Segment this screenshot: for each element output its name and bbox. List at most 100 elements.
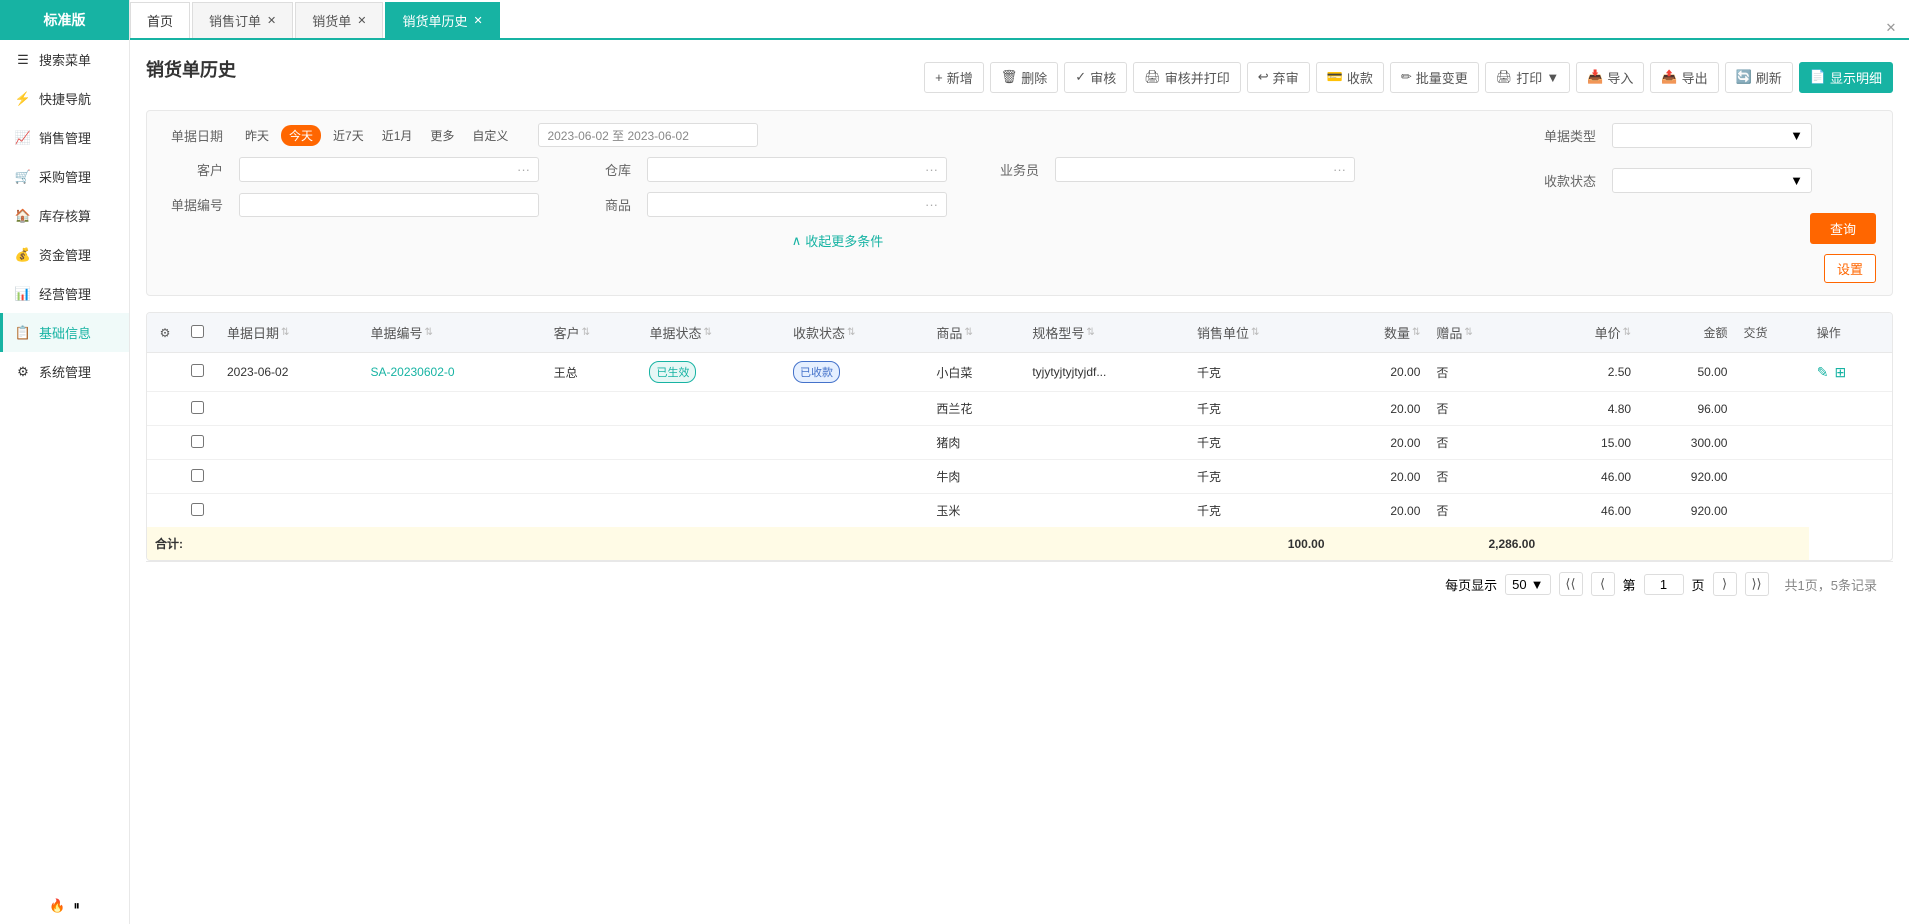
goods-input-field[interactable] — [656, 198, 925, 212]
goods-dots[interactable]: ··· — [925, 197, 938, 212]
docno-input[interactable] — [239, 193, 539, 217]
search-button[interactable]: 查询 — [1810, 213, 1876, 244]
col-customer[interactable]: 客户⇅ — [546, 313, 642, 353]
prev-page-btn[interactable]: ⟨ — [1591, 572, 1615, 596]
col-payment-status[interactable]: 收款状态⇅ — [785, 313, 928, 353]
export-button[interactable]: 📤 导出 — [1650, 62, 1718, 93]
date-7days-btn[interactable]: 近7天 — [327, 125, 370, 146]
payment-status-select[interactable]: ▼ — [1612, 168, 1812, 193]
warehouse-input-field[interactable] — [656, 163, 925, 177]
customer-input[interactable]: ··· — [239, 157, 539, 182]
row-select-checkbox[interactable] — [191, 401, 204, 414]
col-doc-status[interactable]: 单据状态⇅ — [641, 313, 784, 353]
add-button[interactable]: + 新增 — [924, 62, 984, 93]
sidebar-item-system-mgmt[interactable]: ⚙ 系统管理 — [0, 352, 129, 391]
docno-input-field[interactable] — [248, 198, 530, 212]
row-select-checkbox[interactable] — [191, 364, 204, 377]
sidebar-item-basic-info[interactable]: 📋 基础信息 — [0, 313, 129, 352]
date-today-btn[interactable]: 今天 — [281, 125, 321, 146]
fire-icon[interactable]: 🔥 — [49, 898, 65, 914]
staff-input[interactable]: ··· — [1055, 157, 1355, 182]
tab-sales-order-close[interactable]: ✕ — [267, 14, 276, 27]
row-select-checkbox[interactable] — [191, 503, 204, 516]
sidebar-item-sales-mgmt[interactable]: 📈 销售管理 — [0, 118, 129, 157]
date-yesterday-btn[interactable]: 昨天 — [239, 125, 275, 146]
pause-icon[interactable]: ⏸ — [73, 898, 80, 914]
col-spec[interactable]: 规格型号⇅ — [1024, 313, 1189, 353]
staff-input-field[interactable] — [1064, 163, 1333, 177]
tab-sales-goods-close[interactable]: ✕ — [357, 14, 366, 27]
tab-home[interactable]: 首页 — [130, 2, 190, 38]
abandon-button[interactable]: ↩ 弃审 — [1247, 62, 1310, 93]
print-icon: 🖨 — [1496, 69, 1513, 85]
select-all-checkbox[interactable] — [191, 325, 204, 338]
batch-change-button[interactable]: ✏ 批量变更 — [1390, 62, 1479, 93]
row-checkbox[interactable] — [183, 460, 219, 494]
copy-icon[interactable]: ⊞ — [1834, 364, 1846, 381]
audit-print-button[interactable]: 🖨 审核并打印 — [1133, 62, 1241, 93]
doctype-select[interactable]: ▼ — [1612, 123, 1812, 148]
col-settings[interactable]: ⚙ — [147, 313, 183, 353]
setting-button[interactable]: 设置 — [1824, 254, 1876, 283]
col-checkbox[interactable] — [183, 313, 219, 353]
date-range-input[interactable] — [538, 123, 758, 147]
tab-sales-history[interactable]: 销货单历史 ✕ — [385, 2, 499, 38]
show-detail-button[interactable]: 📄 显示明细 — [1799, 62, 1893, 93]
row-checkbox[interactable] — [183, 353, 219, 392]
goods-input[interactable]: ··· — [647, 192, 947, 217]
col-qty[interactable]: 数量⇅ — [1333, 313, 1429, 353]
date-more-btn[interactable]: 更多 — [424, 125, 460, 146]
page-number-input[interactable] — [1644, 574, 1684, 595]
tab-sales-goods[interactable]: 销货单 ✕ — [295, 2, 383, 38]
staff-dots[interactable]: ··· — [1333, 162, 1346, 177]
row-doc-no[interactable] — [362, 494, 545, 528]
col-gift[interactable]: 赠品⇅ — [1428, 313, 1543, 353]
row-select-checkbox[interactable] — [191, 435, 204, 448]
warehouse-input[interactable]: ··· — [647, 157, 947, 182]
row-doc-no[interactable] — [362, 392, 545, 426]
row-actions — [1809, 460, 1892, 494]
import-button[interactable]: 📥 导入 — [1576, 62, 1644, 93]
customer-dots[interactable]: ··· — [517, 162, 530, 177]
sidebar-item-finance[interactable]: 💰 资金管理 — [0, 235, 129, 274]
sidebar-item-purchase-mgmt[interactable]: 🛒 采购管理 — [0, 157, 129, 196]
receive-button[interactable]: 💳 收款 — [1316, 62, 1384, 93]
col-doc-date[interactable]: 单据日期⇅ — [219, 313, 362, 353]
date-custom-btn[interactable]: 自定义 — [466, 125, 514, 146]
row-checkbox[interactable] — [183, 426, 219, 460]
sidebar-item-quick-nav[interactable]: ⚡ 快捷导航 — [0, 79, 129, 118]
row-price: 2.50 — [1543, 353, 1639, 392]
customer-input-field[interactable] — [248, 163, 517, 177]
collapse-btn[interactable]: ∧ 收起更多条件 — [788, 227, 888, 254]
row-select-checkbox[interactable] — [191, 469, 204, 482]
warehouse-dots[interactable]: ··· — [925, 162, 938, 177]
sidebar-item-inventory[interactable]: 🏠 库存核算 — [0, 196, 129, 235]
tab-sales-history-close[interactable]: ✕ — [474, 14, 483, 27]
sidebar-item-operations[interactable]: 📊 经营管理 — [0, 274, 129, 313]
audit-button[interactable]: ✓ 审核 — [1064, 62, 1127, 93]
row-doc-no[interactable]: SA-20230602-0 — [362, 353, 545, 392]
delete-button[interactable]: 🗑 删除 — [990, 62, 1059, 93]
row-doc-no[interactable] — [362, 460, 545, 494]
sidebar-item-search-menu[interactable]: ☰ 搜索菜单 — [0, 40, 129, 79]
edit-icon[interactable]: ✎ — [1817, 364, 1829, 381]
table-row: 猪肉 千克 20.00 否 15.00 300.00 — [147, 426, 1892, 460]
col-price[interactable]: 单价⇅ — [1543, 313, 1639, 353]
date-1month-btn[interactable]: 近1月 — [376, 125, 419, 146]
tab-sales-order[interactable]: 销售订单 ✕ — [192, 2, 293, 38]
row-doc-no[interactable] — [362, 426, 545, 460]
payment-status-badge: 已收款 — [793, 361, 840, 383]
per-page-select[interactable]: 50 ▼ — [1505, 574, 1550, 595]
col-goods[interactable]: 商品⇅ — [928, 313, 1024, 353]
import-icon: 📥 — [1587, 69, 1603, 85]
row-checkbox[interactable] — [183, 494, 219, 528]
col-doc-no[interactable]: 单据编号⇅ — [362, 313, 545, 353]
window-close-button[interactable]: ✕ — [1881, 18, 1901, 38]
row-checkbox[interactable] — [183, 392, 219, 426]
next-page-btn[interactable]: ⟩ — [1713, 572, 1737, 596]
first-page-btn[interactable]: ⟨⟨ — [1559, 572, 1583, 596]
last-page-btn[interactable]: ⟩⟩ — [1745, 572, 1769, 596]
print-button[interactable]: 🖨 打印 ▼ — [1485, 62, 1570, 93]
refresh-button[interactable]: 🔄 刷新 — [1725, 62, 1793, 93]
col-unit[interactable]: 销售单位⇅ — [1189, 313, 1332, 353]
